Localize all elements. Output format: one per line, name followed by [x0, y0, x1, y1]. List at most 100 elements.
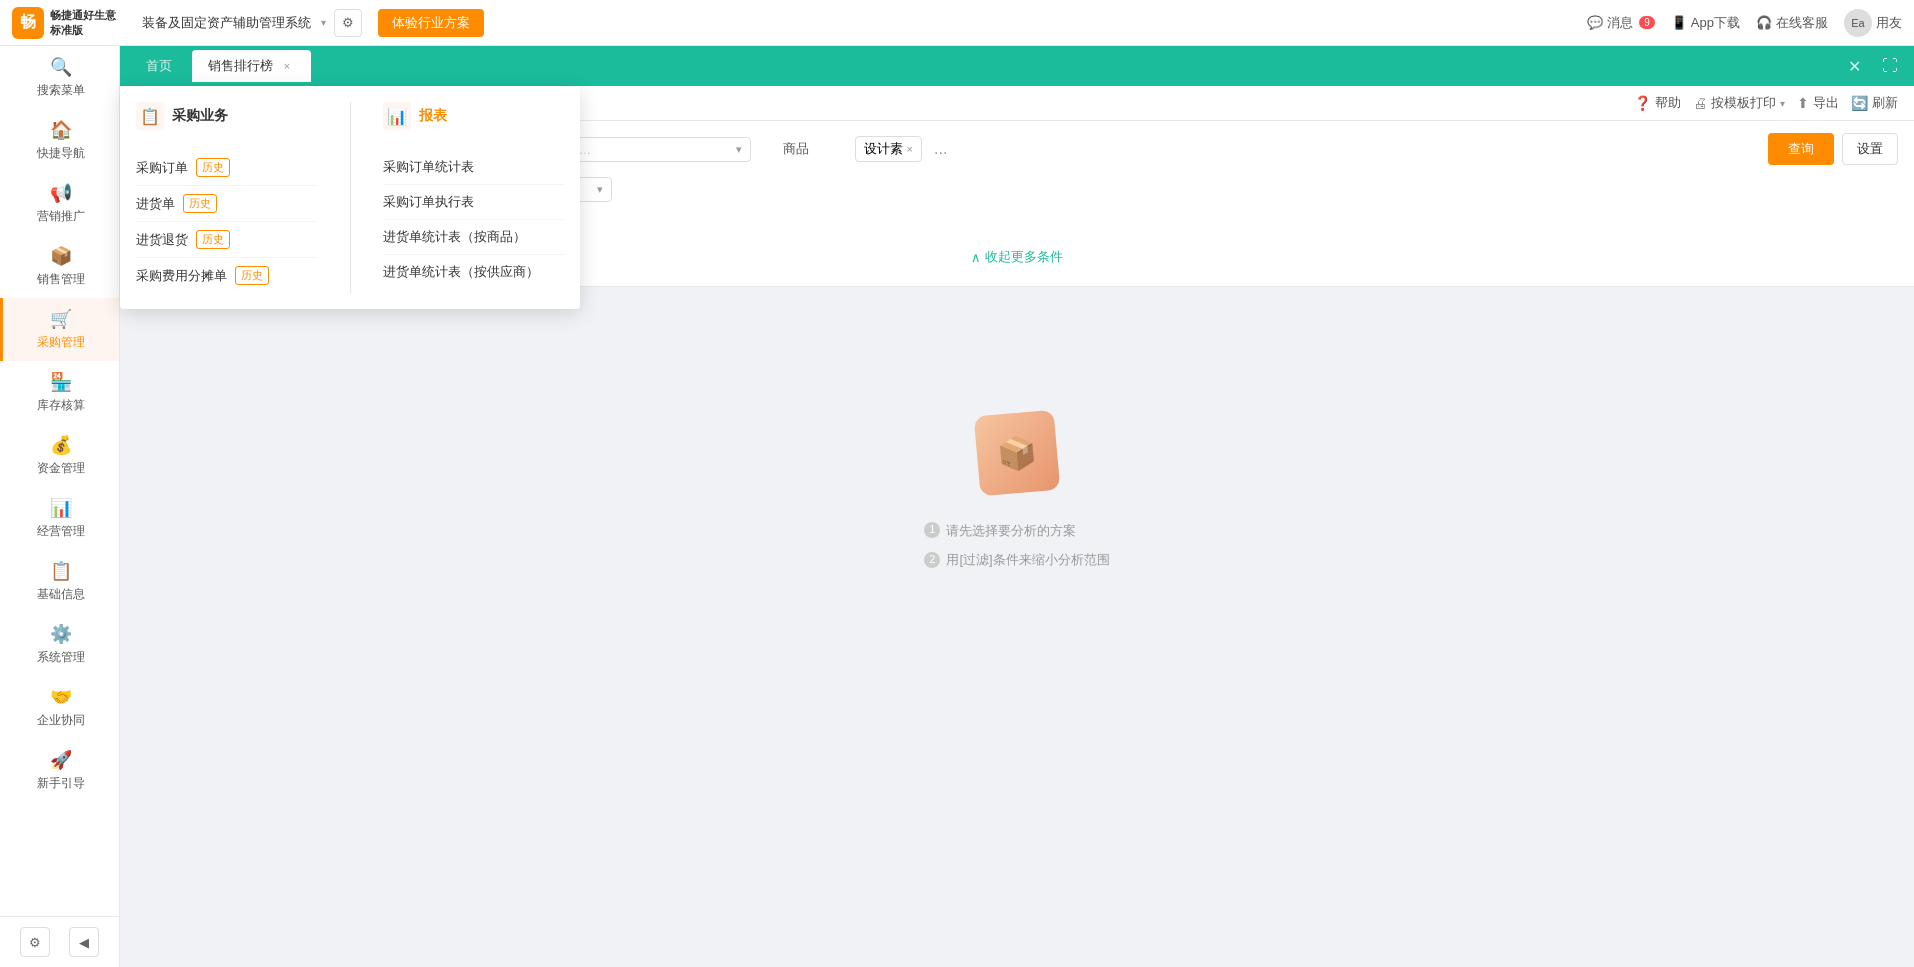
sidebar: 🔍 搜索菜单 🏠 快捷导航 📢 营销推广 📦 销售管理 🛒 采购管理 🏪 库存核… [0, 46, 120, 967]
status-dropdown-arrow: ▾ [736, 143, 742, 156]
guide-icon: 🚀 [50, 749, 72, 771]
main-content: 首页 销售排行榜 × ✕ ⛶ ❓ 帮助 🖨 按模板打印 [120, 46, 1914, 967]
tab-bar: 首页 销售排行榜 × ✕ ⛶ [120, 46, 1914, 86]
help-icon: ❓ [1634, 95, 1651, 111]
online-service-button[interactable]: 🎧 在线客服 [1756, 14, 1828, 32]
tab-sales-rank[interactable]: 销售排行榜 × [192, 50, 311, 82]
industry-button[interactable]: 体验行业方案 [378, 9, 484, 37]
purchase-dropdown-menu: 📋 采购业务 采购订单 历史 进货单 历史 进货退货 [120, 86, 580, 309]
system-name-area: 装备及固定资产辅助管理系统 ▾ ⚙ 体验行业方案 [142, 9, 484, 37]
dropdown-item-stock-return[interactable]: 进货退货 历史 [136, 222, 318, 258]
sidebar-item-basicinfo[interactable]: 📋 基础信息 [0, 550, 119, 613]
step-1-num: 1 [924, 522, 940, 538]
report-col-header: 📊 报表 [383, 102, 565, 138]
empty-icon-inner: 📦 [974, 409, 1061, 496]
setting-button[interactable]: 设置 [1842, 133, 1898, 165]
print-dropdown-arrow[interactable]: ▾ [1780, 98, 1785, 109]
step-2-num: 2 [924, 552, 940, 568]
sidebar-bottom: ⚙ ◀ [0, 916, 119, 967]
app-download-button[interactable]: 📱 App下载 [1671, 14, 1740, 32]
help-button[interactable]: ❓ 帮助 [1634, 94, 1681, 112]
basicinfo-icon: 📋 [50, 560, 72, 582]
phone-icon: 📱 [1671, 15, 1687, 30]
dropdown-divider [350, 102, 351, 293]
sidebar-item-system[interactable]: ⚙️ 系统管理 [0, 613, 119, 676]
history-badge-1: 历史 [183, 194, 217, 213]
history-badge-2: 历史 [196, 230, 230, 249]
history-badge-3: 历史 [235, 266, 269, 285]
sidebar-settings-button[interactable]: ⚙ [20, 927, 50, 957]
system-name: 装备及固定资产辅助管理系统 [142, 14, 311, 32]
search-icon: 🔍 [50, 56, 72, 78]
empty-illustration: 📦 [957, 403, 1077, 503]
tab-home[interactable]: 首页 [130, 50, 188, 82]
print-button[interactable]: 🖨 按模板打印 ▾ [1693, 94, 1785, 112]
sidebar-item-sales[interactable]: 📦 销售管理 [0, 235, 119, 298]
tab-bar-right: ✕ ⛶ [1840, 52, 1904, 80]
marketing-icon: 📢 [50, 182, 72, 204]
refresh-button[interactable]: 🔄 刷新 [1851, 94, 1898, 112]
logo-icon: 畅 [12, 7, 44, 39]
system-dropdown-arrow[interactable]: ▾ [321, 17, 326, 28]
sidebar-item-purchase[interactable]: 🛒 采购管理 [0, 298, 119, 361]
operations-icon: 📊 [50, 497, 72, 519]
message-icon: 💬 [1587, 15, 1603, 30]
export-button[interactable]: ⬆ 导出 [1797, 94, 1839, 112]
tab-close-button[interactable]: × [279, 58, 295, 74]
purchase-col-header: 📋 采购业务 [136, 102, 318, 138]
sidebar-item-quicknav[interactable]: 🏠 快捷导航 [0, 109, 119, 172]
history-badge-0: 历史 [196, 158, 230, 177]
sales-icon: 📦 [50, 245, 72, 267]
fullscreen-button[interactable]: ⛶ [1876, 52, 1904, 80]
status-select[interactable]: ... ▾ [571, 137, 751, 162]
product-tag: 设计素 × [855, 136, 922, 162]
close-window-button[interactable]: ✕ [1840, 52, 1868, 80]
product-tag-close[interactable]: × [907, 143, 913, 155]
sidebar-item-operations[interactable]: 📊 经营管理 [0, 487, 119, 550]
purchase-col-icon: 📋 [136, 102, 164, 130]
sidebar-item-inventory[interactable]: 🏪 库存核算 [0, 361, 119, 424]
logo: 畅 畅捷通好生意 标准版 [12, 7, 132, 39]
report-col-icon: 📊 [383, 102, 411, 130]
layout: 🔍 搜索菜单 🏠 快捷导航 📢 营销推广 📦 销售管理 🛒 采购管理 🏪 库存核… [0, 46, 1914, 967]
home-icon: 🏠 [50, 119, 72, 141]
sidebar-item-guide[interactable]: 🚀 新手引导 [0, 739, 119, 802]
dropdown-columns: 📋 采购业务 采购订单 历史 进货单 历史 进货退货 [136, 102, 564, 293]
inventory-icon: 🏪 [50, 371, 72, 393]
query-button[interactable]: 查询 [1768, 133, 1834, 165]
export-icon: ⬆ [1797, 95, 1809, 111]
dropdown-item-stock-in[interactable]: 进货单 历史 [136, 186, 318, 222]
dropdown-item-stock-stats-supplier[interactable]: 进货单统计表（按供应商） [383, 255, 565, 289]
empty-text: 1 请先选择要分析的方案 2 用[过滤]条件来缩小分析范围 [924, 519, 1109, 572]
collapse-arrow-icon: ∧ [971, 250, 981, 265]
user-avatar: Ea [1844, 9, 1872, 37]
system-gear-button[interactable]: ⚙ [334, 9, 362, 37]
empty-state: 📦 1 请先选择要分析的方案 2 用[过滤]条件来缩小分析范围 [120, 287, 1914, 687]
empty-box-icon: 📦 [995, 432, 1038, 473]
sidebar-item-finance[interactable]: 💰 资金管理 [0, 424, 119, 487]
report-col: 📊 报表 采购订单统计表 采购订单执行表 进货单统计表（按商品） [383, 102, 565, 293]
sidebar-item-search[interactable]: 🔍 搜索菜单 [0, 46, 119, 109]
print-icon: 🖨 [1693, 95, 1707, 111]
dropdown-item-order-stats[interactable]: 采购订单统计表 [383, 150, 565, 185]
dropdown-item-purchase-order[interactable]: 采购订单 历史 [136, 150, 318, 186]
dropdown-item-purchase-expense[interactable]: 采购费用分摊单 历史 [136, 258, 318, 293]
salesperson-dropdown-arrow: ▾ [597, 183, 603, 196]
topbar-right: 💬 消息 9 📱 App下载 🎧 在线客服 Ea 用友 [1587, 9, 1902, 37]
system-icon: ⚙️ [50, 623, 72, 645]
product-ellipsis[interactable]: ... [934, 140, 947, 158]
headset-icon: 🎧 [1756, 15, 1772, 30]
purchase-icon: 🛒 [50, 308, 72, 330]
message-badge: 9 [1639, 16, 1655, 29]
product-label: 商品 [783, 140, 843, 158]
user-area[interactable]: Ea 用友 [1844, 9, 1902, 37]
dropdown-item-stock-stats-product[interactable]: 进货单统计表（按商品） [383, 220, 565, 255]
sidebar-collapse-button[interactable]: ◀ [69, 927, 99, 957]
sidebar-item-enterprise[interactable]: 🤝 企业协同 [0, 676, 119, 739]
dropdown-item-order-execute[interactable]: 采购订单执行表 [383, 185, 565, 220]
filter-actions: 查询 设置 [1768, 133, 1898, 165]
logo-text: 畅捷通好生意 标准版 [50, 8, 116, 37]
message-button[interactable]: 💬 消息 9 [1587, 14, 1655, 32]
sidebar-item-marketing[interactable]: 📢 营销推广 [0, 172, 119, 235]
status-placeholder: ... [580, 142, 591, 157]
